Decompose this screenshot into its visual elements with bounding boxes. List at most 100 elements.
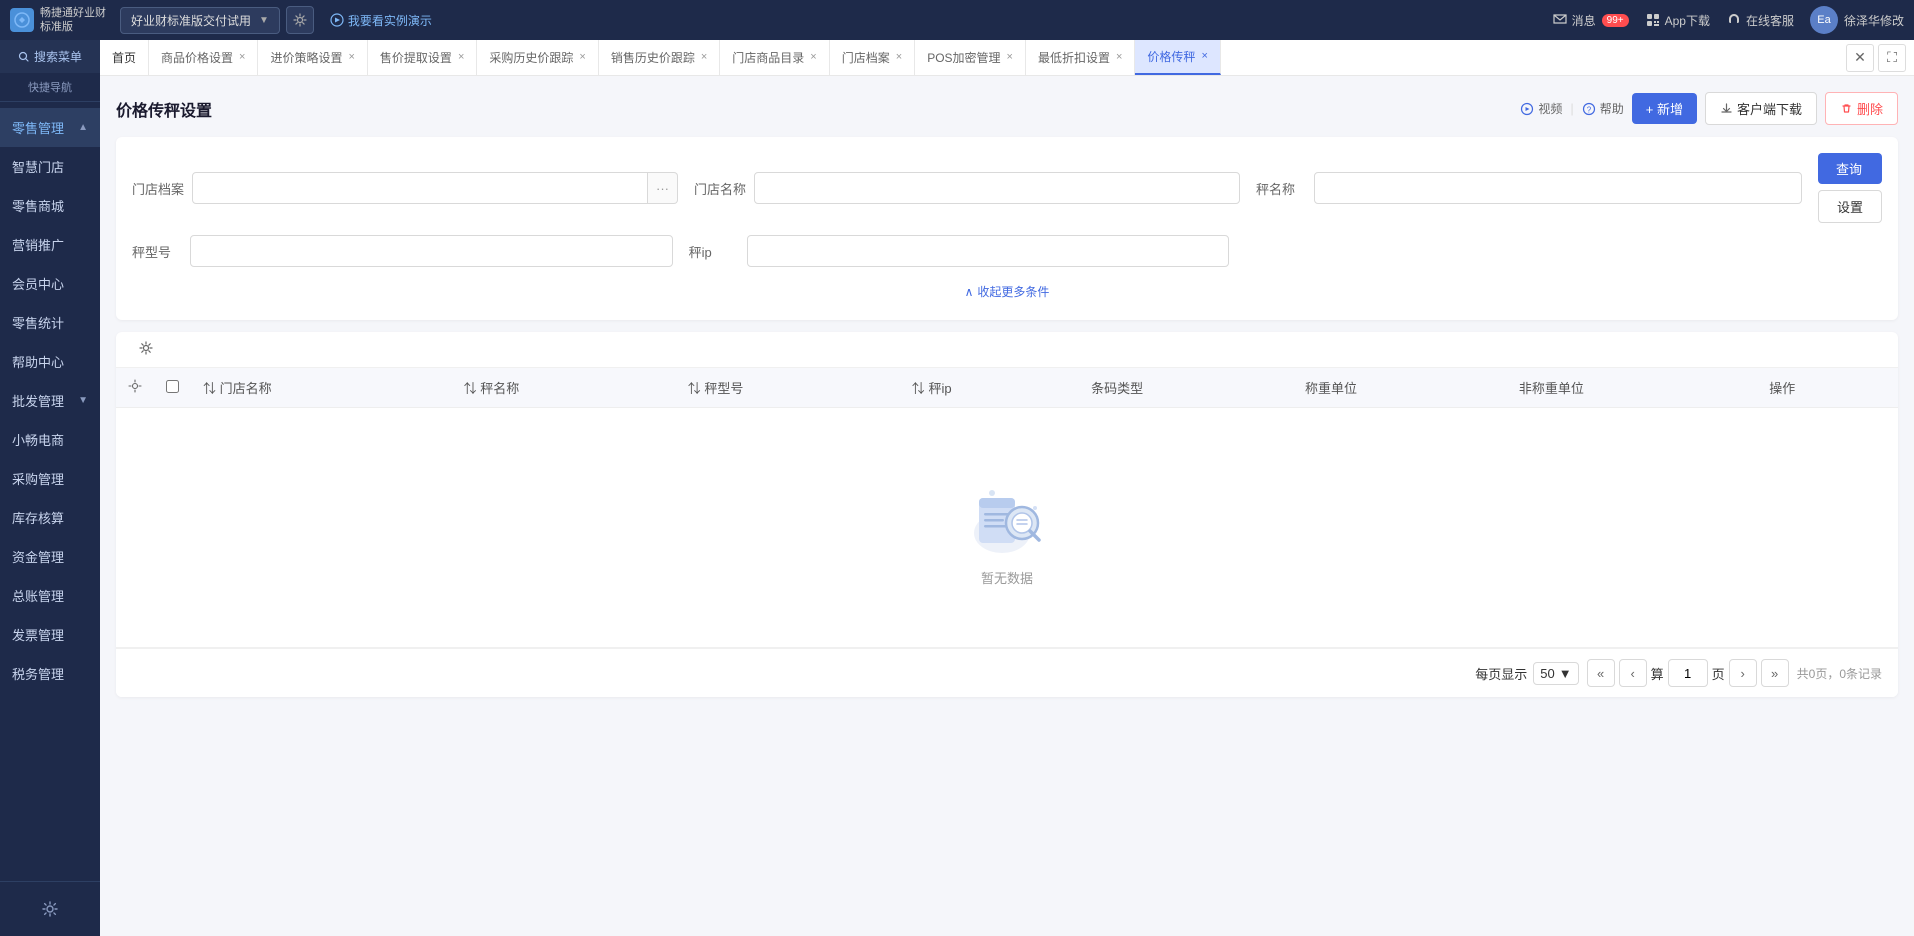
delete-button[interactable]: 删除: [1825, 92, 1898, 125]
online-service-btn[interactable]: 在线客服: [1726, 12, 1794, 29]
sidebar-item-accounting[interactable]: 总账管理: [0, 576, 100, 615]
sidebar-item-tax[interactable]: 税务管理: [0, 654, 100, 693]
collapse-filter-btn[interactable]: ∧ 收起更多条件: [965, 279, 1050, 304]
first-page-btn[interactable]: «: [1587, 659, 1615, 687]
page-unit-label: 页: [1712, 664, 1725, 683]
scale-name-input[interactable]: [1314, 172, 1802, 204]
store-profile-input-group: ···: [192, 172, 678, 204]
sidebar-item-label: 零售商城: [12, 196, 64, 215]
tab-close-all-btn[interactable]: ✕: [1846, 44, 1874, 72]
query-button[interactable]: 查询: [1818, 153, 1882, 184]
sidebar-item-invoice[interactable]: 发票管理: [0, 615, 100, 654]
settings-icon-btn[interactable]: [286, 6, 314, 34]
sidebar-item-finance[interactable]: 资金管理: [0, 537, 100, 576]
demo-link[interactable]: 我要看实例演示: [330, 12, 432, 29]
tab-product-pricing[interactable]: 商品价格设置 ×: [149, 40, 258, 75]
sidebar-item-label: 营销推广: [12, 235, 64, 254]
scale-ip-input[interactable]: [747, 235, 1230, 267]
tab-min-discount[interactable]: 最低折扣设置 ×: [1026, 40, 1135, 75]
sidebar-item-retail-stats[interactable]: 零售统计: [0, 303, 100, 342]
th-non-weight-unit: 非称重单位: [1507, 368, 1757, 408]
demo-link-text: 我要看实例演示: [348, 12, 432, 29]
scale-model-label: 秤型号: [132, 242, 182, 261]
tab-purchase-strategy[interactable]: 进价策略设置 ×: [258, 40, 367, 75]
tab-sale-extract[interactable]: 售价提取设置 ×: [368, 40, 477, 75]
close-icon[interactable]: ×: [1116, 52, 1122, 63]
th-store-name: ⇅ 门店名称: [191, 368, 452, 408]
close-icon[interactable]: ×: [579, 52, 585, 63]
store-profile-input[interactable]: [192, 172, 648, 204]
app-download-btn[interactable]: App下载: [1645, 12, 1710, 29]
add-button[interactable]: + 新增: [1632, 93, 1697, 124]
version-selector[interactable]: 好业财标准版交付试用 ▼: [120, 7, 280, 34]
store-name-input[interactable]: [754, 172, 1240, 204]
th-scale-model: ⇅ 秤型号: [676, 368, 900, 408]
settings-filter-button[interactable]: 设置: [1818, 190, 1882, 223]
sidebar-search-label: 搜索菜单: [34, 48, 82, 65]
sidebar-item-purchase[interactable]: 采购管理: [0, 459, 100, 498]
sidebar-item-help[interactable]: 帮助中心: [0, 342, 100, 381]
per-page-label: 每页显示: [1475, 664, 1527, 683]
tab-label: 进价策略设置: [270, 49, 342, 66]
store-profile-more-btn[interactable]: ···: [648, 172, 678, 204]
tab-purchase-history[interactable]: 采购历史价跟踪 ×: [477, 40, 598, 75]
tab-home[interactable]: 首页: [100, 40, 149, 75]
th-sort-icon: ⇅: [464, 381, 477, 396]
sidebar-item-label: 智慧门店: [12, 157, 64, 176]
th-checkbox[interactable]: [154, 368, 191, 408]
sidebar-item-retail-mall[interactable]: 零售商城: [0, 186, 100, 225]
scale-model-input[interactable]: [190, 235, 673, 267]
tab-bar: 首页 商品价格设置 × 进价策略设置 × 售价提取设置 × 采购历史价跟踪 × …: [100, 40, 1914, 76]
page-number-input[interactable]: [1668, 659, 1708, 687]
sidebar-item-member[interactable]: 会员中心: [0, 264, 100, 303]
tab-store-profile[interactable]: 门店档案 ×: [830, 40, 915, 75]
close-icon[interactable]: ×: [896, 52, 902, 63]
download-client-button[interactable]: 客户端下载: [1705, 92, 1817, 125]
page-title: 价格传秤设置: [116, 97, 212, 121]
per-page-select[interactable]: 50 ▼: [1533, 662, 1578, 685]
scale-ip-field: 秤ip: [689, 235, 1230, 267]
last-page-btn[interactable]: »: [1761, 659, 1789, 687]
prev-page-btn[interactable]: ‹: [1619, 659, 1647, 687]
sidebar-settings-btn[interactable]: [0, 892, 100, 926]
close-icon[interactable]: ×: [239, 52, 245, 63]
chevron-down-icon: ▼: [78, 395, 88, 406]
user-menu-btn[interactable]: Ea 徐泽华修改: [1810, 6, 1904, 34]
close-icon[interactable]: ×: [701, 52, 707, 63]
sidebar-item-marketing[interactable]: 营销推广: [0, 225, 100, 264]
close-icon[interactable]: ×: [348, 52, 354, 63]
per-page-value: 50: [1540, 666, 1554, 681]
sidebar-item-smart-store[interactable]: 智慧门店: [0, 147, 100, 186]
sidebar-search-btn[interactable]: 搜索菜单: [0, 40, 100, 73]
sidebar-item-retail-mgmt[interactable]: 零售管理 ▲: [0, 108, 100, 147]
tab-maximize-btn[interactable]: ⛶: [1878, 44, 1906, 72]
sidebar-quick-nav[interactable]: 快捷导航: [0, 73, 100, 102]
sidebar-item-wholesale[interactable]: 批发管理 ▼: [0, 381, 100, 420]
tab-store-catalog[interactable]: 门店商品目录 ×: [720, 40, 829, 75]
close-icon[interactable]: ×: [458, 52, 464, 63]
tab-label: 最低折扣设置: [1038, 49, 1110, 66]
select-all-checkbox[interactable]: [166, 380, 179, 393]
store-name-label: 门店名称: [694, 179, 746, 198]
table-settings-btn[interactable]: [128, 340, 164, 359]
messages-btn[interactable]: 消息 99+: [1552, 12, 1629, 29]
sidebar: 搜索菜单 快捷导航 零售管理 ▲ 智慧门店 零售商城 营销推广 会员中心 零售: [0, 40, 100, 936]
scale-ip-label: 秤ip: [689, 242, 739, 261]
sidebar-item-inventory[interactable]: 库存核算: [0, 498, 100, 537]
th-barcode-type: 条码类型: [1079, 368, 1293, 408]
video-link[interactable]: 视频: [1520, 100, 1562, 117]
close-icon[interactable]: ×: [1201, 51, 1207, 62]
table-card: ⇅ 门店名称 ⇅ 秤名称 ⇅ 秤型号: [116, 332, 1898, 697]
tab-sale-history[interactable]: 销售历史价跟踪 ×: [599, 40, 720, 75]
sidebar-item-ecom[interactable]: 小畅电商: [0, 420, 100, 459]
close-icon[interactable]: ×: [1007, 52, 1013, 63]
help-link[interactable]: ? 帮助: [1582, 100, 1624, 117]
sidebar-item-label: 资金管理: [12, 547, 64, 566]
tab-price-scale[interactable]: 价格传秤 ×: [1135, 40, 1220, 75]
close-icon[interactable]: ×: [810, 52, 816, 63]
logo-icon: [10, 8, 34, 32]
per-page-selector: 每页显示 50 ▼: [1475, 662, 1578, 685]
tab-pos[interactable]: POS加密管理 ×: [915, 40, 1026, 75]
filter-card: 门店档案 ··· 门店名称 秤名称: [116, 137, 1898, 320]
next-page-btn[interactable]: ›: [1729, 659, 1757, 687]
